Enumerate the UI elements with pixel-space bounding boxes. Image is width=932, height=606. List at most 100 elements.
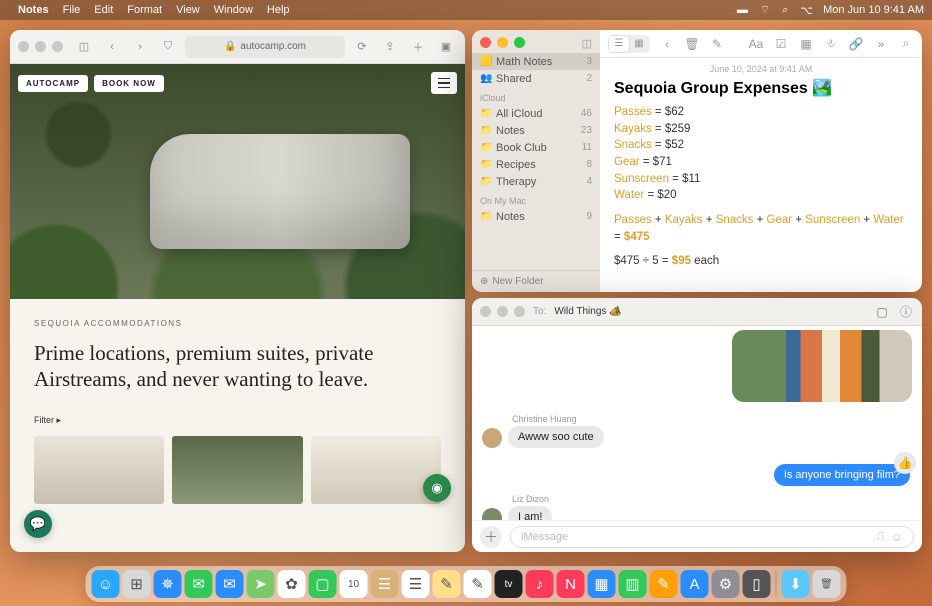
media-button[interactable]: ⎀ xyxy=(823,36,839,51)
menu-view[interactable]: View xyxy=(176,4,200,16)
avatar[interactable] xyxy=(482,428,502,448)
incoming-message[interactable]: I am! xyxy=(508,506,552,520)
sidebar-item-local-notes[interactable]: 📁 Notes 9 xyxy=(472,208,600,225)
hamburger-menu[interactable] xyxy=(431,72,457,94)
sidebar-item-shared[interactable]: 👥 Shared 2 xyxy=(472,70,600,87)
new-tab-button[interactable]: ＋ xyxy=(407,37,429,57)
share-button[interactable]: ⇪ xyxy=(379,37,401,57)
book-now-button[interactable]: BOOK NOW xyxy=(94,75,164,92)
menu-help[interactable]: Help xyxy=(267,4,290,16)
image-attachment[interactable] xyxy=(732,330,912,402)
dock-app-appstore[interactable]: A xyxy=(681,570,709,598)
delete-button[interactable]: 🗑 xyxy=(684,37,700,51)
app-menu[interactable]: Notes xyxy=(18,4,49,16)
dock-app-music[interactable]: ♪ xyxy=(526,570,554,598)
tapback-thumbs-up[interactable]: 👍 xyxy=(894,452,916,474)
message-input[interactable]: iMessage ⎍ ☺ xyxy=(510,526,914,548)
control-center-icon[interactable]: ⌥ xyxy=(800,4,813,17)
filter-control[interactable]: Filter ▸ xyxy=(34,415,441,426)
dock-app-reminders[interactable]: ☰ xyxy=(402,570,430,598)
link-button[interactable]: 🔗 xyxy=(848,37,864,51)
sidebar-item-therapy[interactable]: 📁 Therapy 4 xyxy=(472,173,600,190)
dock-app-keynote[interactable]: ▦ xyxy=(588,570,616,598)
incoming-message[interactable]: Awww soo cute xyxy=(508,426,604,448)
new-folder-button[interactable]: ⊕ New Folder xyxy=(472,270,600,292)
dock-app-mail[interactable]: ✉ xyxy=(216,570,244,598)
zoom-button[interactable] xyxy=(514,306,525,317)
sidebar-toggle-icon[interactable]: ◫ xyxy=(582,37,592,50)
avatar[interactable] xyxy=(482,508,502,520)
menu-format[interactable]: Format xyxy=(127,4,162,16)
site-logo[interactable]: AUTOCAMP xyxy=(18,75,88,92)
dock-app-contacts[interactable]: ☰ xyxy=(371,570,399,598)
minimize-button[interactable] xyxy=(35,41,46,52)
dock-app-safari[interactable]: ✵ xyxy=(154,570,182,598)
accommodation-thumb[interactable] xyxy=(311,436,441,504)
menubar-clock[interactable]: Mon Jun 10 9:41 AM xyxy=(823,4,924,16)
checklist-button[interactable]: ☑ xyxy=(773,37,789,51)
menu-window[interactable]: Window xyxy=(214,4,253,16)
sidebar-item-all-icloud[interactable]: 📁 All iCloud 46 xyxy=(472,105,600,122)
list-view-icon[interactable]: ☰ xyxy=(609,36,629,52)
dock-app-finder[interactable]: ☺ xyxy=(92,570,120,598)
format-button[interactable]: Aa xyxy=(748,37,764,51)
view-segmented-control[interactable]: ☰ ▦ xyxy=(608,35,650,53)
table-button[interactable]: ▦ xyxy=(798,37,814,51)
messages-transcript[interactable]: Christine Huang Awww soo cute 👍 Is anyon… xyxy=(472,326,922,520)
outgoing-message[interactable]: Is anyone bringing film? xyxy=(774,464,910,486)
info-icon[interactable]: ⓘ xyxy=(898,303,914,320)
minimize-button[interactable] xyxy=(497,37,508,48)
grid-view-icon[interactable]: ▦ xyxy=(629,36,649,52)
apps-button[interactable]: ＋ xyxy=(480,526,502,548)
zoom-button[interactable] xyxy=(514,37,525,48)
dock-app-notes[interactable]: ✎ xyxy=(433,570,461,598)
dock-app-freeform[interactable]: ✎ xyxy=(464,570,492,598)
accommodation-thumb[interactable] xyxy=(34,436,164,504)
compose-button[interactable]: ✎ xyxy=(709,37,725,51)
dock-app-iphone-mirroring[interactable]: ▯ xyxy=(743,570,771,598)
dock-app-maps[interactable]: ➤ xyxy=(247,570,275,598)
close-button[interactable] xyxy=(480,306,491,317)
more-button[interactable]: » xyxy=(873,37,889,51)
back-button[interactable]: ‹ xyxy=(101,37,123,57)
sidebar-item-math-notes[interactable]: 🟨 Math Notes 3 xyxy=(472,53,600,70)
sidebar-toggle-icon[interactable]: ◫ xyxy=(73,37,95,57)
dock-app-facetime[interactable]: ▢ xyxy=(309,570,337,598)
accessibility-fab[interactable]: ◉ xyxy=(423,474,451,502)
dock-app-calendar[interactable]: 10 xyxy=(340,570,368,598)
dock-app-numbers[interactable]: ▥ xyxy=(619,570,647,598)
forward-button[interactable]: › xyxy=(129,37,151,57)
accommodation-thumb[interactable] xyxy=(172,436,302,504)
zoom-button[interactable] xyxy=(52,41,63,52)
chat-fab[interactable]: 💬 xyxy=(24,510,52,538)
close-button[interactable] xyxy=(480,37,491,48)
menu-file[interactable]: File xyxy=(63,4,81,16)
tabs-button[interactable]: ▣ xyxy=(435,37,457,57)
dock-app-tv[interactable]: tv xyxy=(495,570,523,598)
conversation-name[interactable]: Wild Things 🏕️ xyxy=(554,306,621,317)
wifi-icon[interactable]: ⌔ xyxy=(760,3,770,17)
sidebar-item-book-club[interactable]: 📁 Book Club 11 xyxy=(472,139,600,156)
search-icon[interactable]: ⌕ xyxy=(898,36,914,51)
dock-app-downloads[interactable]: ⬇ xyxy=(782,570,810,598)
privacy-shield-icon[interactable]: ⛉ xyxy=(157,37,179,57)
sidebar-item-notes[interactable]: 📁 Notes 23 xyxy=(472,122,600,139)
dock-app-messages[interactable]: ✉ xyxy=(185,570,213,598)
dock-app-photos[interactable]: ✿ xyxy=(278,570,306,598)
dock-app-pages[interactable]: ✎ xyxy=(650,570,678,598)
audio-icon[interactable]: ⎍ xyxy=(876,529,884,544)
dock-app-settings[interactable]: ⚙ xyxy=(712,570,740,598)
address-bar[interactable]: 🔒 autocamp.com xyxy=(185,36,345,58)
battery-icon[interactable]: ▬ xyxy=(737,4,748,16)
menu-edit[interactable]: Edit xyxy=(94,4,113,16)
dock-app-launchpad[interactable]: ⊞ xyxy=(123,570,151,598)
note-editor[interactable]: June 10, 2024 at 9:41 AM Sequoia Group E… xyxy=(600,58,922,292)
dock-app-trash[interactable]: 🗑 xyxy=(813,570,841,598)
minimize-button[interactable] xyxy=(497,306,508,317)
reload-button[interactable]: ⟳ xyxy=(351,37,373,57)
back-button[interactable]: ‹ xyxy=(659,37,675,51)
spotlight-icon[interactable]: ⌕ xyxy=(782,4,788,17)
emoji-icon[interactable]: ☺ xyxy=(891,530,903,544)
facetime-video-icon[interactable]: ▢ xyxy=(874,305,890,319)
sidebar-item-recipes[interactable]: 📁 Recipes 8 xyxy=(472,156,600,173)
